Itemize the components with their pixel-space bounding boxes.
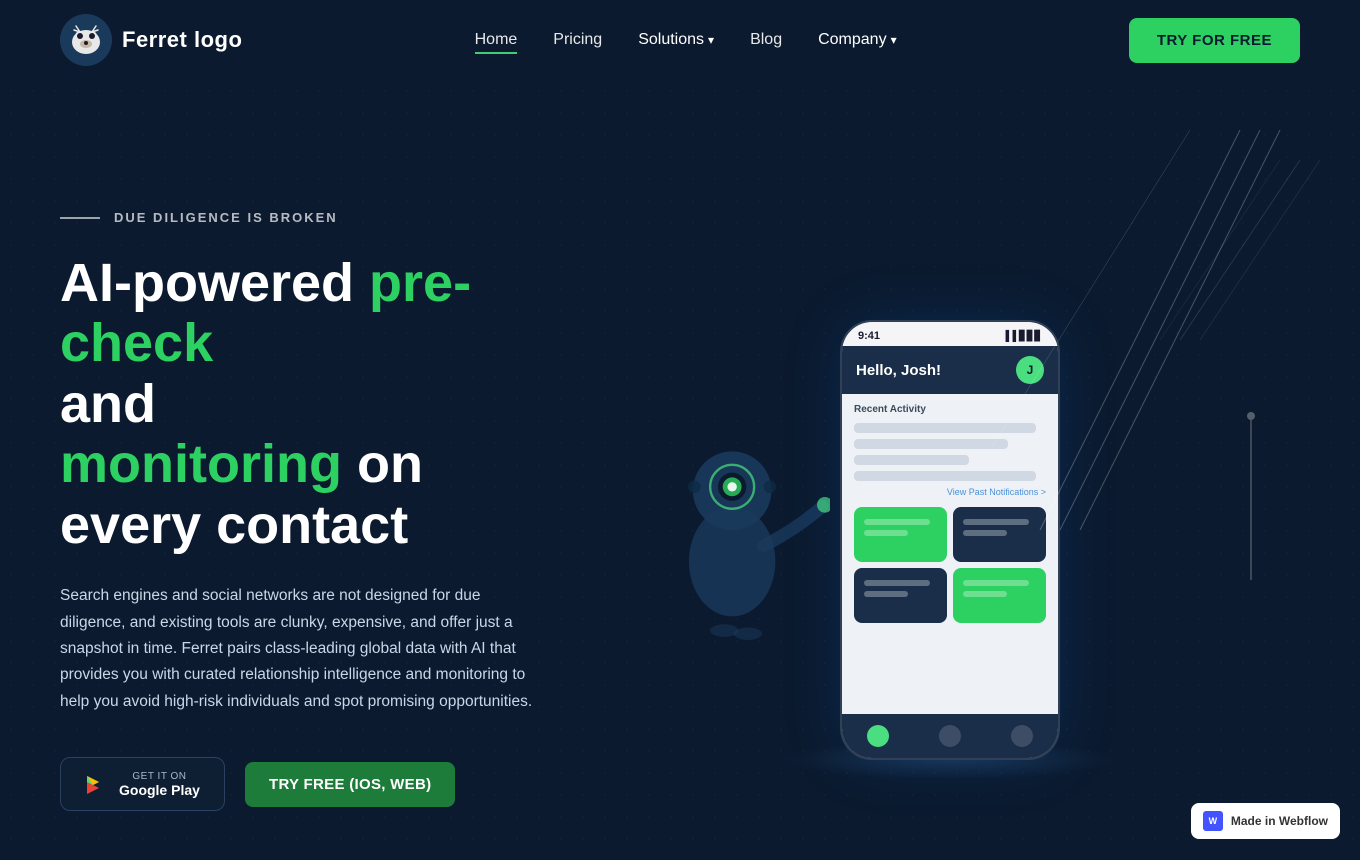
card-line: [963, 580, 1029, 586]
webflow-badge[interactable]: W Made in Webflow: [1191, 803, 1340, 839]
webflow-badge-label: Made in Webflow: [1231, 814, 1328, 828]
card-line: [963, 591, 1007, 597]
hero-section: DUE DILIGENCE IS BROKEN AI-powered pre-c…: [0, 80, 1360, 860]
chevron-down-icon-company: ▾: [891, 33, 897, 47]
nav-dropdown-solutions[interactable]: Solutions ▾: [638, 31, 714, 49]
google-play-button[interactable]: GET IT ON Google Play: [60, 757, 225, 811]
nav-link-home[interactable]: Home: [475, 31, 518, 54]
nav-links: Home Pricing Solutions ▾ Blog Company ▾: [475, 31, 897, 49]
nav-item-home[interactable]: Home: [475, 31, 518, 49]
tagline-text: DUE DILIGENCE IS BROKEN: [114, 210, 338, 225]
nav-item-solutions[interactable]: Solutions ▾: [638, 31, 714, 49]
tagline-area: DUE DILIGENCE IS BROKEN: [60, 210, 600, 225]
diagonal-lines-decoration: [990, 130, 1290, 530]
navbar: Ferret logo Home Pricing Solutions ▾ Blo…: [0, 0, 1360, 80]
nav-dot-profile: [1011, 725, 1033, 747]
brand-name: Ferret logo: [122, 27, 242, 53]
card-line: [963, 530, 1007, 536]
nav-dot-search: [939, 725, 961, 747]
vertical-decoration: [1250, 420, 1252, 580]
try-for-free-button[interactable]: TRY FOR FREE: [1129, 18, 1300, 63]
nav-link-blog[interactable]: Blog: [750, 31, 782, 48]
google-play-text: GET IT ON Google Play: [119, 771, 200, 798]
google-play-icon: [77, 768, 109, 800]
tagline-line: [60, 217, 100, 219]
hero-left: DUE DILIGENCE IS BROKEN AI-powered pre-c…: [60, 110, 600, 811]
nav-item-blog[interactable]: Blog: [750, 31, 782, 49]
card-line: [864, 591, 908, 597]
phone-bottom-nav: [842, 714, 1058, 758]
phone-card-green2: [953, 568, 1046, 623]
card-line: [864, 519, 930, 525]
phone-greeting: Hello, Josh!: [856, 362, 941, 379]
nav-item-pricing[interactable]: Pricing: [553, 31, 602, 49]
ferret-logo: [60, 14, 112, 66]
phone-time: 9:41: [858, 330, 880, 342]
phone-card-green: [854, 507, 947, 562]
hero-headline: AI-powered pre-check and monitoring onev…: [60, 253, 600, 555]
google-play-store-label: Google Play: [119, 782, 200, 798]
headline-part1: AI-powered: [60, 253, 369, 313]
headline-part2: and: [60, 374, 156, 434]
chevron-down-icon: ▾: [708, 33, 714, 47]
headline-green2: monitoring: [60, 434, 342, 494]
try-free-ios-button[interactable]: TRY FREE (IOS, WEB): [245, 762, 455, 807]
phone-card-blue: [854, 568, 947, 623]
card-line: [864, 580, 930, 586]
card-line: [864, 530, 908, 536]
get-it-on-label: GET IT ON: [119, 771, 200, 782]
hero-right: 9:41 ▐▐ ▊▊▊ Hello, Josh! J Recent Activi…: [600, 110, 1300, 840]
nav-item-company[interactable]: Company ▾: [818, 31, 897, 49]
webflow-logo-icon: W: [1203, 811, 1223, 831]
nav-link-pricing[interactable]: Pricing: [553, 31, 602, 48]
hero-description: Search engines and social networks are n…: [60, 583, 550, 715]
logo-area[interactable]: Ferret logo: [60, 14, 242, 66]
robot-character: [650, 420, 830, 640]
activity-item: [854, 455, 969, 465]
nav-dot-home: [867, 725, 889, 747]
nav-dropdown-company[interactable]: Company ▾: [818, 31, 897, 49]
cta-row: GET IT ON Google Play TRY FREE (IOS, WEB…: [60, 757, 600, 811]
phone-scene: 9:41 ▐▐ ▊▊▊ Hello, Josh! J Recent Activi…: [670, 140, 1230, 840]
activity-item: [854, 439, 1008, 449]
